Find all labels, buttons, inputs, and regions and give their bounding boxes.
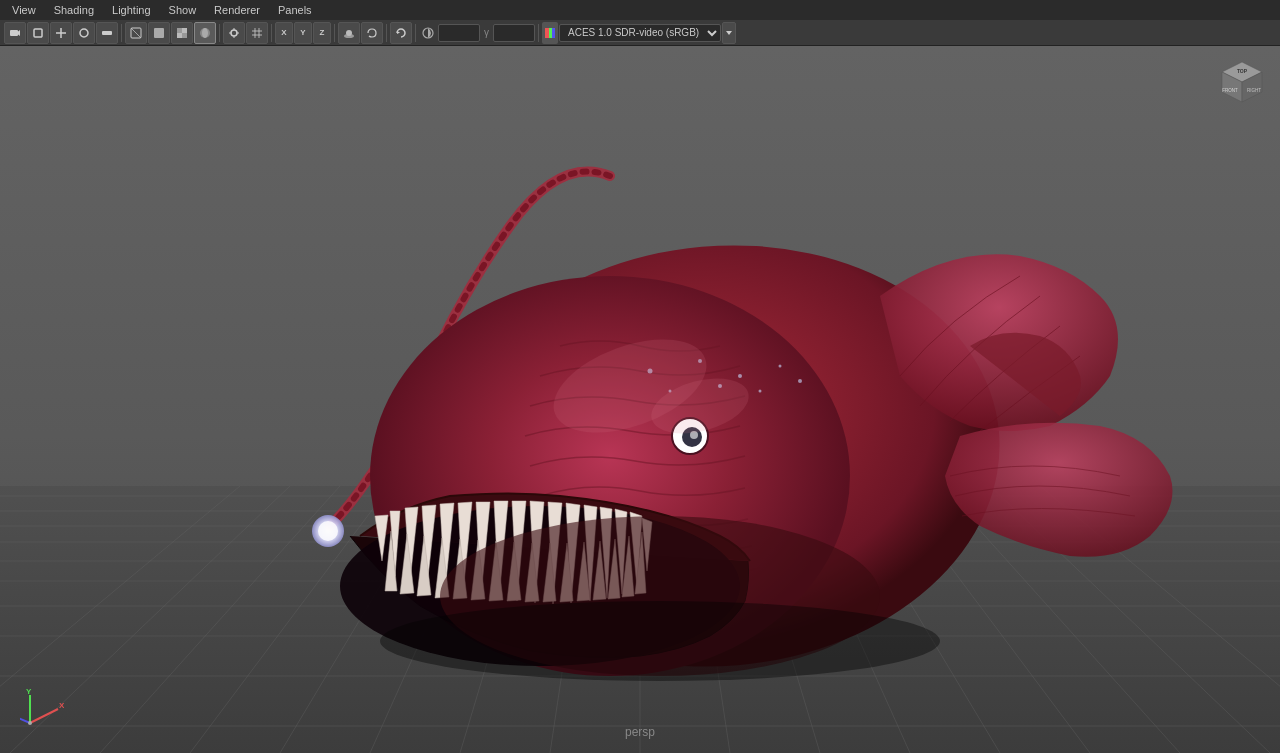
sep-1 (121, 24, 122, 42)
color-profile-select[interactable]: ACES 1.0 SDR-video (sRGB) (559, 24, 721, 42)
svg-rect-29 (545, 28, 549, 38)
toolbar-display-group (125, 22, 216, 44)
svg-point-73 (798, 379, 802, 383)
toolbar-btn-exposure-icon (419, 22, 437, 44)
toolbar-btn-rendered[interactable] (194, 22, 216, 44)
svg-line-8 (131, 28, 141, 38)
toolbar-colorprofile-group: ACES 1.0 SDR-video (sRGB) (542, 22, 736, 44)
toolbar-btn-wireframe[interactable] (125, 22, 147, 44)
toolbar-btn-camera[interactable] (4, 22, 26, 44)
svg-rect-2 (34, 29, 42, 37)
toolbar-btn-select[interactable] (27, 22, 49, 44)
svg-text:TOP: TOP (1237, 68, 1248, 74)
toolbar-btn-texture[interactable] (171, 22, 193, 44)
svg-point-128 (28, 721, 32, 725)
axis-indicator: X Y Z (20, 689, 64, 733)
svg-marker-32 (726, 31, 732, 35)
toolbar-btn-grid[interactable] (246, 22, 268, 44)
svg-rect-9 (154, 28, 164, 38)
svg-rect-10 (177, 28, 182, 33)
toolbar-camera-group (4, 22, 118, 44)
toolbar-btn-sym-x[interactable]: X (275, 22, 293, 44)
toolbar-snapping-group (223, 22, 268, 44)
svg-point-68 (738, 374, 742, 378)
svg-point-115 (380, 601, 940, 681)
menu-show[interactable]: Show (161, 0, 205, 20)
toolbar-symmetry-group: X Y Z (275, 22, 331, 44)
svg-rect-0 (10, 30, 18, 36)
toolbar-btn-refresh[interactable] (390, 22, 412, 44)
gamma-input[interactable]: 1.00 (493, 24, 535, 42)
toolbar-btn-scale[interactable] (96, 22, 118, 44)
toolbar-btn-rotate[interactable] (73, 22, 95, 44)
svg-rect-6 (102, 31, 112, 35)
menu-bar: View Shading Lighting Show Renderer Pane… (0, 0, 1280, 20)
toolbar: X Y Z 0.00 γ 1.00 ACES 1.0 SDR-video (0, 20, 1280, 46)
gamma-icon-label: γ (484, 27, 489, 38)
menu-lighting[interactable]: Lighting (104, 0, 159, 20)
toolbar-btn-colorprofile-icon (542, 22, 558, 44)
menu-renderer[interactable]: Renderer (206, 0, 268, 20)
persp-label: persp (625, 725, 655, 739)
svg-point-15 (202, 28, 208, 38)
svg-line-122 (30, 709, 58, 723)
svg-point-16 (231, 30, 237, 36)
view-cube[interactable]: TOP FRONT RIGHT (1214, 56, 1270, 112)
exposure-input[interactable]: 0.00 (438, 24, 480, 42)
svg-text:X: X (59, 701, 64, 710)
svg-rect-30 (549, 28, 552, 38)
svg-point-26 (346, 30, 352, 36)
viewport[interactable]: TOP FRONT RIGHT persp X Y Z (0, 46, 1280, 753)
svg-point-63 (318, 521, 338, 541)
svg-rect-31 (552, 28, 555, 38)
svg-text:Y: Y (26, 689, 32, 696)
menu-view[interactable]: View (4, 0, 44, 20)
toolbar-btn-move[interactable] (50, 22, 72, 44)
svg-rect-12 (177, 33, 182, 38)
svg-text:RIGHT: RIGHT (1247, 88, 1261, 93)
svg-point-72 (759, 390, 762, 393)
anglerfish-model (80, 96, 1180, 716)
toolbar-selection-group (338, 22, 383, 44)
svg-point-5 (80, 29, 88, 37)
sep-4 (334, 24, 335, 42)
toolbar-btn-sym-z[interactable]: Z (313, 22, 331, 44)
toolbar-exposure-group: 0.00 γ 1.00 (419, 22, 535, 44)
svg-text:FRONT: FRONT (1222, 88, 1238, 93)
sep-7 (538, 24, 539, 42)
svg-rect-13 (182, 33, 187, 38)
sep-2 (219, 24, 220, 42)
menu-panels[interactable]: Panels (270, 0, 320, 20)
toolbar-btn-soft-sel[interactable] (338, 22, 360, 44)
toolbar-btn-lasso[interactable] (361, 22, 383, 44)
sep-6 (415, 24, 416, 42)
svg-rect-11 (182, 28, 187, 33)
sep-5 (386, 24, 387, 42)
sep-3 (271, 24, 272, 42)
toolbar-btn-snap[interactable] (223, 22, 245, 44)
menu-shading[interactable]: Shading (46, 0, 102, 20)
svg-point-69 (779, 365, 782, 368)
svg-marker-27 (397, 31, 400, 34)
svg-marker-1 (18, 30, 20, 36)
toolbar-camera-ctrl-group (390, 22, 412, 44)
toolbar-btn-sym-y[interactable]: Y (294, 22, 312, 44)
toolbar-btn-colorprofile-expand[interactable] (722, 22, 736, 44)
toolbar-btn-solid[interactable] (148, 22, 170, 44)
